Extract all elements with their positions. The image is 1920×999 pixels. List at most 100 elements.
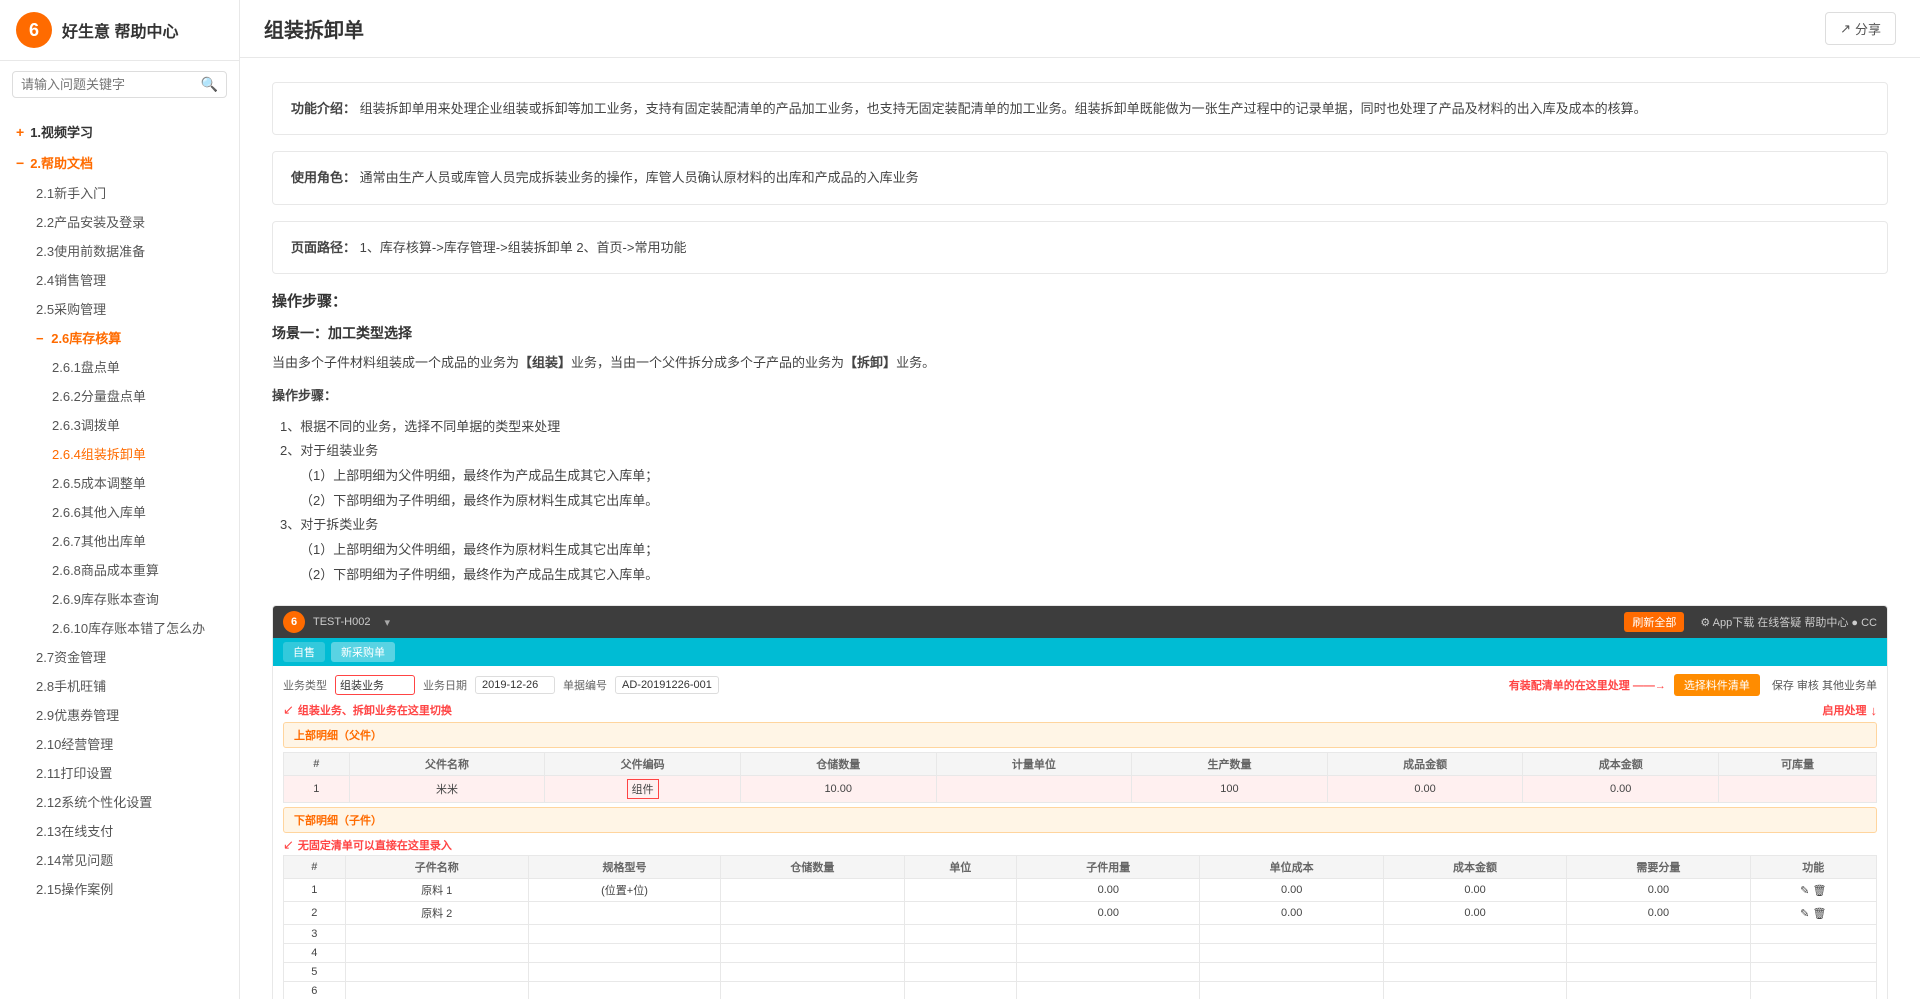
- sidebar-item-video[interactable]: + 1.视频学习: [0, 116, 239, 147]
- cell-prod: 100: [1132, 776, 1328, 803]
- minus-icon: −: [16, 155, 24, 171]
- sidebar-item-215[interactable]: 2.15操作案例: [0, 874, 239, 903]
- lcol-cost-amt: 成本金额: [1383, 856, 1566, 879]
- lcol-spec: 规格型号: [528, 856, 720, 879]
- lcol-unit: 单位: [904, 856, 1017, 879]
- sidebar-item-27[interactable]: 2.7资金管理: [0, 642, 239, 671]
- sidebar-item-docs[interactable]: − 2.帮助文档: [0, 147, 239, 178]
- func-intro-label: 功能介绍：: [291, 101, 356, 116]
- topbar: 组装拆卸单 ↗ 分享: [240, 0, 1920, 58]
- sidebar-item-263[interactable]: 2.6.3调拨单: [0, 410, 239, 439]
- sidebar-item-label: 2.帮助文档: [30, 153, 93, 172]
- annotation-3: 启用处理: [1823, 702, 1867, 718]
- lower-row-1: 1原料 1 (位置+位) 0.000.000.000.00✎ 🗑: [284, 879, 1877, 902]
- cell-name: 米米: [349, 776, 545, 803]
- annotation-4: 无固定清单可以直接在这里录入: [298, 837, 452, 853]
- sidebar-item-purchase[interactable]: 2.5采购管理: [0, 294, 239, 323]
- plus-icon: +: [16, 124, 24, 140]
- share-label: 分享: [1855, 19, 1881, 38]
- search-icon[interactable]: 🔍: [201, 76, 218, 93]
- sidebar-item-28[interactable]: 2.8手机旺铺: [0, 671, 239, 700]
- arrow-up-left: ↙: [283, 702, 294, 718]
- cell-stock: 10.00: [740, 776, 936, 803]
- share-icon: ↗: [1840, 21, 1851, 37]
- tab-new-purchase[interactable]: 新采购单: [331, 642, 395, 662]
- cell-raw1-spec: (位置+位): [528, 879, 720, 902]
- cell-avail: [1719, 776, 1877, 803]
- action-btns: 保存 审核 其他业务单: [1772, 677, 1877, 693]
- cell-seq: 1: [284, 776, 350, 803]
- sidebar-item-211[interactable]: 2.11打印设置: [0, 758, 239, 787]
- sidebar-item-266[interactable]: 2.6.6其他入库单: [0, 497, 239, 526]
- func-intro-text: 组装拆卸单用来处理企业组装或拆卸等加工业务，支持有固定装配清单的产品加工业务，也…: [360, 101, 1647, 116]
- sidebar: 6 好生意 帮助中心 🔍 + 1.视频学习 − 2.帮助文档 2.1新手入门 2…: [0, 0, 240, 999]
- step2-1: （1）上部明细为父件明细，最终作为产成品生成其它入库单；: [300, 464, 1888, 489]
- sidebar-item-2610[interactable]: 2.6.10库存账本错了怎么办: [0, 613, 239, 642]
- lcol-stock: 仓储数量: [721, 856, 904, 879]
- sidebar-item-label: 2.6库存核算: [51, 331, 121, 346]
- lower-header-row: # 子件名称 规格型号 仓储数量 单位 子件用量 单位成本 成本金额 需要分量 …: [284, 856, 1877, 879]
- lcol-seq: #: [284, 856, 346, 879]
- upper-table: # 父件名称 父件编码 仓储数量 计量单位 生产数量 成品金额 成本金额 可库量: [283, 752, 1877, 803]
- sidebar-item-262[interactable]: 2.6.2分量盘点单: [0, 381, 239, 410]
- page-title: 组装拆卸单: [264, 14, 364, 43]
- app-screenshot: 6 TEST-H002 ▾ 刷新全部 ⚙ App下载 在线答疑 帮助中心 ● C…: [273, 606, 1887, 999]
- date-field[interactable]: 2019-12-26: [475, 676, 555, 694]
- col-parent-code: 父件编码: [545, 753, 741, 776]
- upper-table-row: 1 米米 组件 10.00 100 0.00 0.00: [284, 776, 1877, 803]
- ops-title: 操作步骤：: [272, 290, 1888, 311]
- sidebar-item-214[interactable]: 2.14常见问题: [0, 845, 239, 874]
- screenshot-container: 6 TEST-H002 ▾ 刷新全部 ⚙ App下载 在线答疑 帮助中心 ● C…: [272, 605, 1888, 999]
- app-topbar-icons: ⚙ App下载 在线答疑 帮助中心 ● CC: [1700, 614, 1877, 630]
- sidebar-item-data-prep[interactable]: 2.3使用前数据准备: [0, 236, 239, 265]
- sidebar-item-newbie[interactable]: 2.1新手入门: [0, 178, 239, 207]
- type-field[interactable]: 组装业务: [335, 675, 415, 695]
- cell-raw1-name: 原料 1: [345, 879, 528, 902]
- nav-tree: + 1.视频学习 − 2.帮助文档 2.1新手入门 2.2产品安装及登录 2.3…: [0, 108, 239, 999]
- role-box: 使用角色： 通常由生产人员或库管人员完成拆装业务的操作，库管人员确认原材料的出库…: [272, 151, 1888, 204]
- select-bom-btn[interactable]: 选择料件清单: [1674, 674, 1760, 696]
- ops-steps-label: 操作步骤：: [272, 384, 1888, 409]
- sidebar-item-268[interactable]: 2.6.8商品成本重算: [0, 555, 239, 584]
- sidebar-item-install[interactable]: 2.2产品安装及登录: [0, 207, 239, 236]
- role-text: 通常由生产人员或库管人员完成拆装业务的操作，库管人员确认原材料的出库和产成品的入…: [360, 170, 919, 185]
- sidebar-item-212[interactable]: 2.12系统个性化设置: [0, 787, 239, 816]
- sidebar-item-sales[interactable]: 2.4销售管理: [0, 265, 239, 294]
- step2-2: （2）下部明细为子件明细，最终作为原材料生成其它出库单。: [300, 489, 1888, 514]
- tab-zishou[interactable]: 自售: [283, 642, 325, 662]
- step3: 3、对于拆类业务: [280, 513, 1888, 538]
- lcol-action: 功能: [1750, 856, 1876, 879]
- search-input[interactable]: [21, 77, 201, 92]
- scenario1-title: 场景一：加工类型选择: [272, 323, 1888, 343]
- lcol-usage: 子件用量: [1017, 856, 1200, 879]
- share-button[interactable]: ↗ 分享: [1825, 12, 1896, 45]
- search-box[interactable]: 🔍: [12, 71, 227, 98]
- app-logo-small: 6: [283, 611, 305, 633]
- app-topbar-id: TEST-H002: [313, 616, 370, 628]
- col-stock-qty: 仓储数量: [740, 753, 936, 776]
- col-seq: #: [284, 753, 350, 776]
- date-label: 业务日期: [423, 677, 467, 693]
- sidebar-item-213[interactable]: 2.13在线支付: [0, 816, 239, 845]
- teal-topbar: 自售 新采购单: [273, 638, 1887, 666]
- sidebar-item-inventory[interactable]: − 2.6库存核算: [0, 323, 239, 352]
- sidebar-header: 6 好生意 帮助中心: [0, 0, 239, 61]
- sidebar-item-269[interactable]: 2.6.9库存账本查询: [0, 584, 239, 613]
- sidebar-item-210[interactable]: 2.10经营管理: [0, 729, 239, 758]
- cell-raw2-name: 原料 2: [345, 902, 528, 925]
- col-prod-qty: 生产数量: [1132, 753, 1328, 776]
- minus-icon-small: −: [36, 331, 44, 346]
- step3-2: （2）下部明细为子件明细，最终作为产成品生成其它入库单。: [300, 563, 1888, 588]
- col-product-amt: 成品金额: [1327, 753, 1523, 776]
- sidebar-item-261[interactable]: 2.6.1盘点单: [0, 352, 239, 381]
- sidebar-item-267[interactable]: 2.6.7其他出库单: [0, 526, 239, 555]
- sidebar-item-265[interactable]: 2.6.5成本调整单: [0, 468, 239, 497]
- type-label: 业务类型: [283, 677, 327, 693]
- sidebar-item-264[interactable]: 2.6.4组装拆卸单: [0, 439, 239, 468]
- order-field[interactable]: AD-20191226-001: [615, 676, 719, 694]
- app-refresh-btn[interactable]: 刷新全部: [1624, 612, 1684, 632]
- sidebar-item-29[interactable]: 2.9优惠券管理: [0, 700, 239, 729]
- cell-product-amt: 0.00: [1327, 776, 1523, 803]
- lcol-need-qty: 需要分量: [1567, 856, 1750, 879]
- order-label: 单据编号: [563, 677, 607, 693]
